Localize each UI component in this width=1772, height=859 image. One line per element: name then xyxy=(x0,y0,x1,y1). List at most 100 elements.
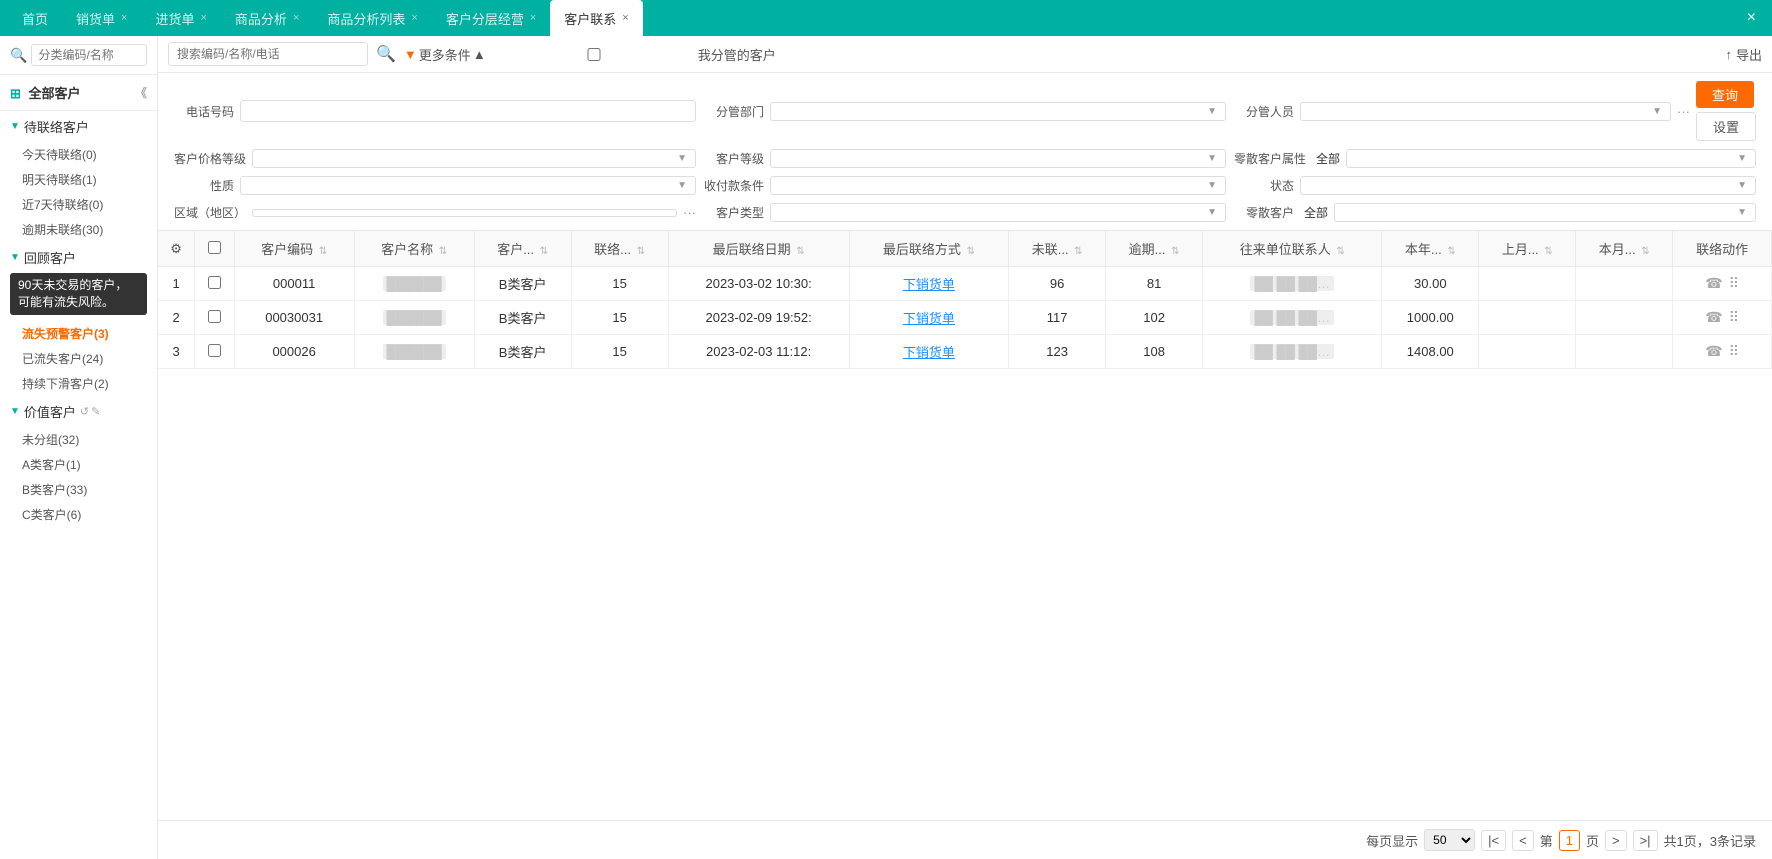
dept-select[interactable]: ▼ xyxy=(770,102,1226,121)
more-icon[interactable]: ··· xyxy=(683,205,696,220)
first-page-button[interactable]: |< xyxy=(1481,830,1506,851)
col-contact[interactable]: 联络... ⇅ xyxy=(571,231,668,267)
next-page-button[interactable]: > xyxy=(1605,830,1627,851)
cell-checkbox[interactable] xyxy=(195,301,234,335)
sidebar-item-7days[interactable]: 近7天待联络(0) xyxy=(0,192,157,217)
col-seq: ⚙ xyxy=(158,231,195,267)
cell-overdue: 108 xyxy=(1106,335,1203,369)
col-last-month[interactable]: 上月... ⇅ xyxy=(1479,231,1576,267)
cell-overdue: 81 xyxy=(1106,267,1203,301)
sidebar-item-declining[interactable]: 持续下滑客户(2) xyxy=(0,371,157,396)
settings-button[interactable]: 设置 xyxy=(1696,112,1756,141)
more-icon[interactable]: ··· xyxy=(1677,104,1690,119)
window-close-icon[interactable]: × xyxy=(1739,9,1764,27)
sidebar-item-class-a[interactable]: A类客户(1) xyxy=(0,452,157,477)
sidebar-item-churn-warning[interactable]: 流失预警客户(3) xyxy=(0,321,157,346)
chevron-down-icon: ▼ xyxy=(1737,207,1747,218)
col-this-year[interactable]: 本年... ⇅ xyxy=(1382,231,1479,267)
person-select[interactable]: ▼ xyxy=(1300,102,1671,121)
sidebar-item-class-c[interactable]: C类客户(6) xyxy=(0,502,157,527)
close-icon[interactable]: × xyxy=(200,12,206,24)
col-code[interactable]: 客户编码 ⇅ xyxy=(234,231,354,267)
last-page-button[interactable]: >| xyxy=(1633,830,1658,851)
cell-last-method[interactable]: 下销货单 xyxy=(849,267,1008,301)
sidebar-item-today[interactable]: 今天待联络(0) xyxy=(0,142,157,167)
zero-attr-select[interactable]: ▼ xyxy=(1346,149,1756,168)
last-method-link[interactable]: 下销货单 xyxy=(903,277,955,292)
customer-level-select[interactable]: ▼ xyxy=(770,149,1226,168)
cell-checkbox[interactable] xyxy=(195,267,234,301)
col-last-method[interactable]: 最后联络方式 ⇅ xyxy=(849,231,1008,267)
per-page-select[interactable]: 50 100 200 xyxy=(1424,829,1475,851)
sidebar-group-title-review[interactable]: ▼ 回顾客户 xyxy=(0,242,157,273)
cell-this-month xyxy=(1576,335,1673,369)
close-icon[interactable]: × xyxy=(121,12,127,24)
query-button[interactable]: 查询 xyxy=(1696,81,1754,108)
select-all-checkbox[interactable] xyxy=(208,241,221,254)
customer-type-select[interactable]: ▼ xyxy=(770,203,1226,222)
more-conditions-button[interactable]: ▼ 更多条件 ▲ xyxy=(404,45,486,64)
col-contact-person[interactable]: 往来单位联系人 ⇅ xyxy=(1203,231,1382,267)
sidebar-item-ungrouped[interactable]: 未分组(32) xyxy=(0,427,157,452)
sort-icon: ⇅ xyxy=(637,246,645,257)
col-this-month[interactable]: 本月... ⇅ xyxy=(1576,231,1673,267)
more-action-icon[interactable]: ⠿ xyxy=(1729,275,1739,292)
close-icon[interactable]: × xyxy=(293,12,299,24)
last-method-link[interactable]: 下销货单 xyxy=(903,345,955,360)
col-overdue[interactable]: 逾期... ⇅ xyxy=(1106,231,1203,267)
close-icon[interactable]: × xyxy=(411,12,417,24)
zero-customer-select[interactable]: ▼ xyxy=(1334,203,1756,222)
payment-select[interactable]: ▼ xyxy=(770,176,1226,195)
cell-last-method[interactable]: 下销货单 xyxy=(849,335,1008,369)
sidebar-item-class-b[interactable]: B类客户(33) xyxy=(0,477,157,502)
price-level-select[interactable]: ▼ xyxy=(252,149,696,168)
collapse-icon[interactable]: 《 xyxy=(135,84,147,101)
tab-analysis[interactable]: 商品分析 × xyxy=(221,0,313,36)
tab-customer-layer[interactable]: 客户分层经营 × xyxy=(432,0,550,36)
contact-icon[interactable]: ☎ xyxy=(1705,275,1722,292)
category-search-input[interactable] xyxy=(31,44,147,66)
close-icon[interactable]: × xyxy=(530,12,536,24)
cell-last-method[interactable]: 下销货单 xyxy=(849,301,1008,335)
col-name[interactable]: 客户名称 ⇅ xyxy=(354,231,474,267)
row-checkbox[interactable] xyxy=(208,310,221,323)
search-input[interactable] xyxy=(168,42,368,66)
refresh-icon[interactable]: ↺ xyxy=(80,405,89,418)
tab-analysis-list[interactable]: 商品分析列表 × xyxy=(313,0,431,36)
sidebar-group-title-value[interactable]: ▼ 价值客户 ↺ ✎ xyxy=(0,396,157,427)
sidebar-item-overdue[interactable]: 逾期未联络(30) xyxy=(0,217,157,242)
col-last-date[interactable]: 最后联络日期 ⇅ xyxy=(668,231,849,267)
phone-input[interactable] xyxy=(240,100,696,122)
my-customers-checkbox[interactable] xyxy=(494,48,694,61)
region-select[interactable] xyxy=(252,209,677,217)
close-icon[interactable]: × xyxy=(622,12,628,24)
blurred-person: ██ ██ ██… xyxy=(1250,276,1334,291)
sidebar-item-tomorrow[interactable]: 明天待联络(1) xyxy=(0,167,157,192)
tab-customer-contact[interactable]: 客户联系 × xyxy=(550,0,642,36)
search-button[interactable]: 🔍 xyxy=(376,44,396,64)
cell-checkbox[interactable] xyxy=(195,335,234,369)
nature-select[interactable]: ▼ xyxy=(240,176,696,195)
row-checkbox[interactable] xyxy=(208,344,221,357)
col-checkbox[interactable] xyxy=(195,231,234,267)
edit-icon[interactable]: ✎ xyxy=(91,405,100,418)
prev-page-button[interactable]: < xyxy=(1512,830,1534,851)
my-customers-checkbox-label[interactable]: 我分管的客户 xyxy=(494,45,776,64)
contact-icon[interactable]: ☎ xyxy=(1705,343,1722,360)
row-checkbox[interactable] xyxy=(208,276,221,289)
contact-icon[interactable]: ☎ xyxy=(1705,309,1722,326)
export-button[interactable]: ↑ 导出 xyxy=(1725,45,1762,64)
tab-sales[interactable]: 销货单 × xyxy=(62,0,141,36)
more-action-icon[interactable]: ⠿ xyxy=(1729,309,1739,326)
tab-purchase[interactable]: 进货单 × xyxy=(141,0,220,36)
col-unlink[interactable]: 未联... ⇅ xyxy=(1009,231,1106,267)
tab-home[interactable]: 首页 xyxy=(8,0,62,36)
sidebar-item-churned[interactable]: 已流失客户(24) xyxy=(0,346,157,371)
more-action-icon[interactable]: ⠿ xyxy=(1729,343,1739,360)
sidebar-group-title-pending[interactable]: ▼ 待联络客户 xyxy=(0,111,157,142)
status-select[interactable]: ▼ xyxy=(1300,176,1756,195)
cell-action: ☎ ⠿ xyxy=(1673,301,1772,335)
sort-icon: ⇅ xyxy=(1074,246,1082,257)
last-method-link[interactable]: 下销货单 xyxy=(903,311,955,326)
col-type[interactable]: 客户... ⇅ xyxy=(474,231,571,267)
